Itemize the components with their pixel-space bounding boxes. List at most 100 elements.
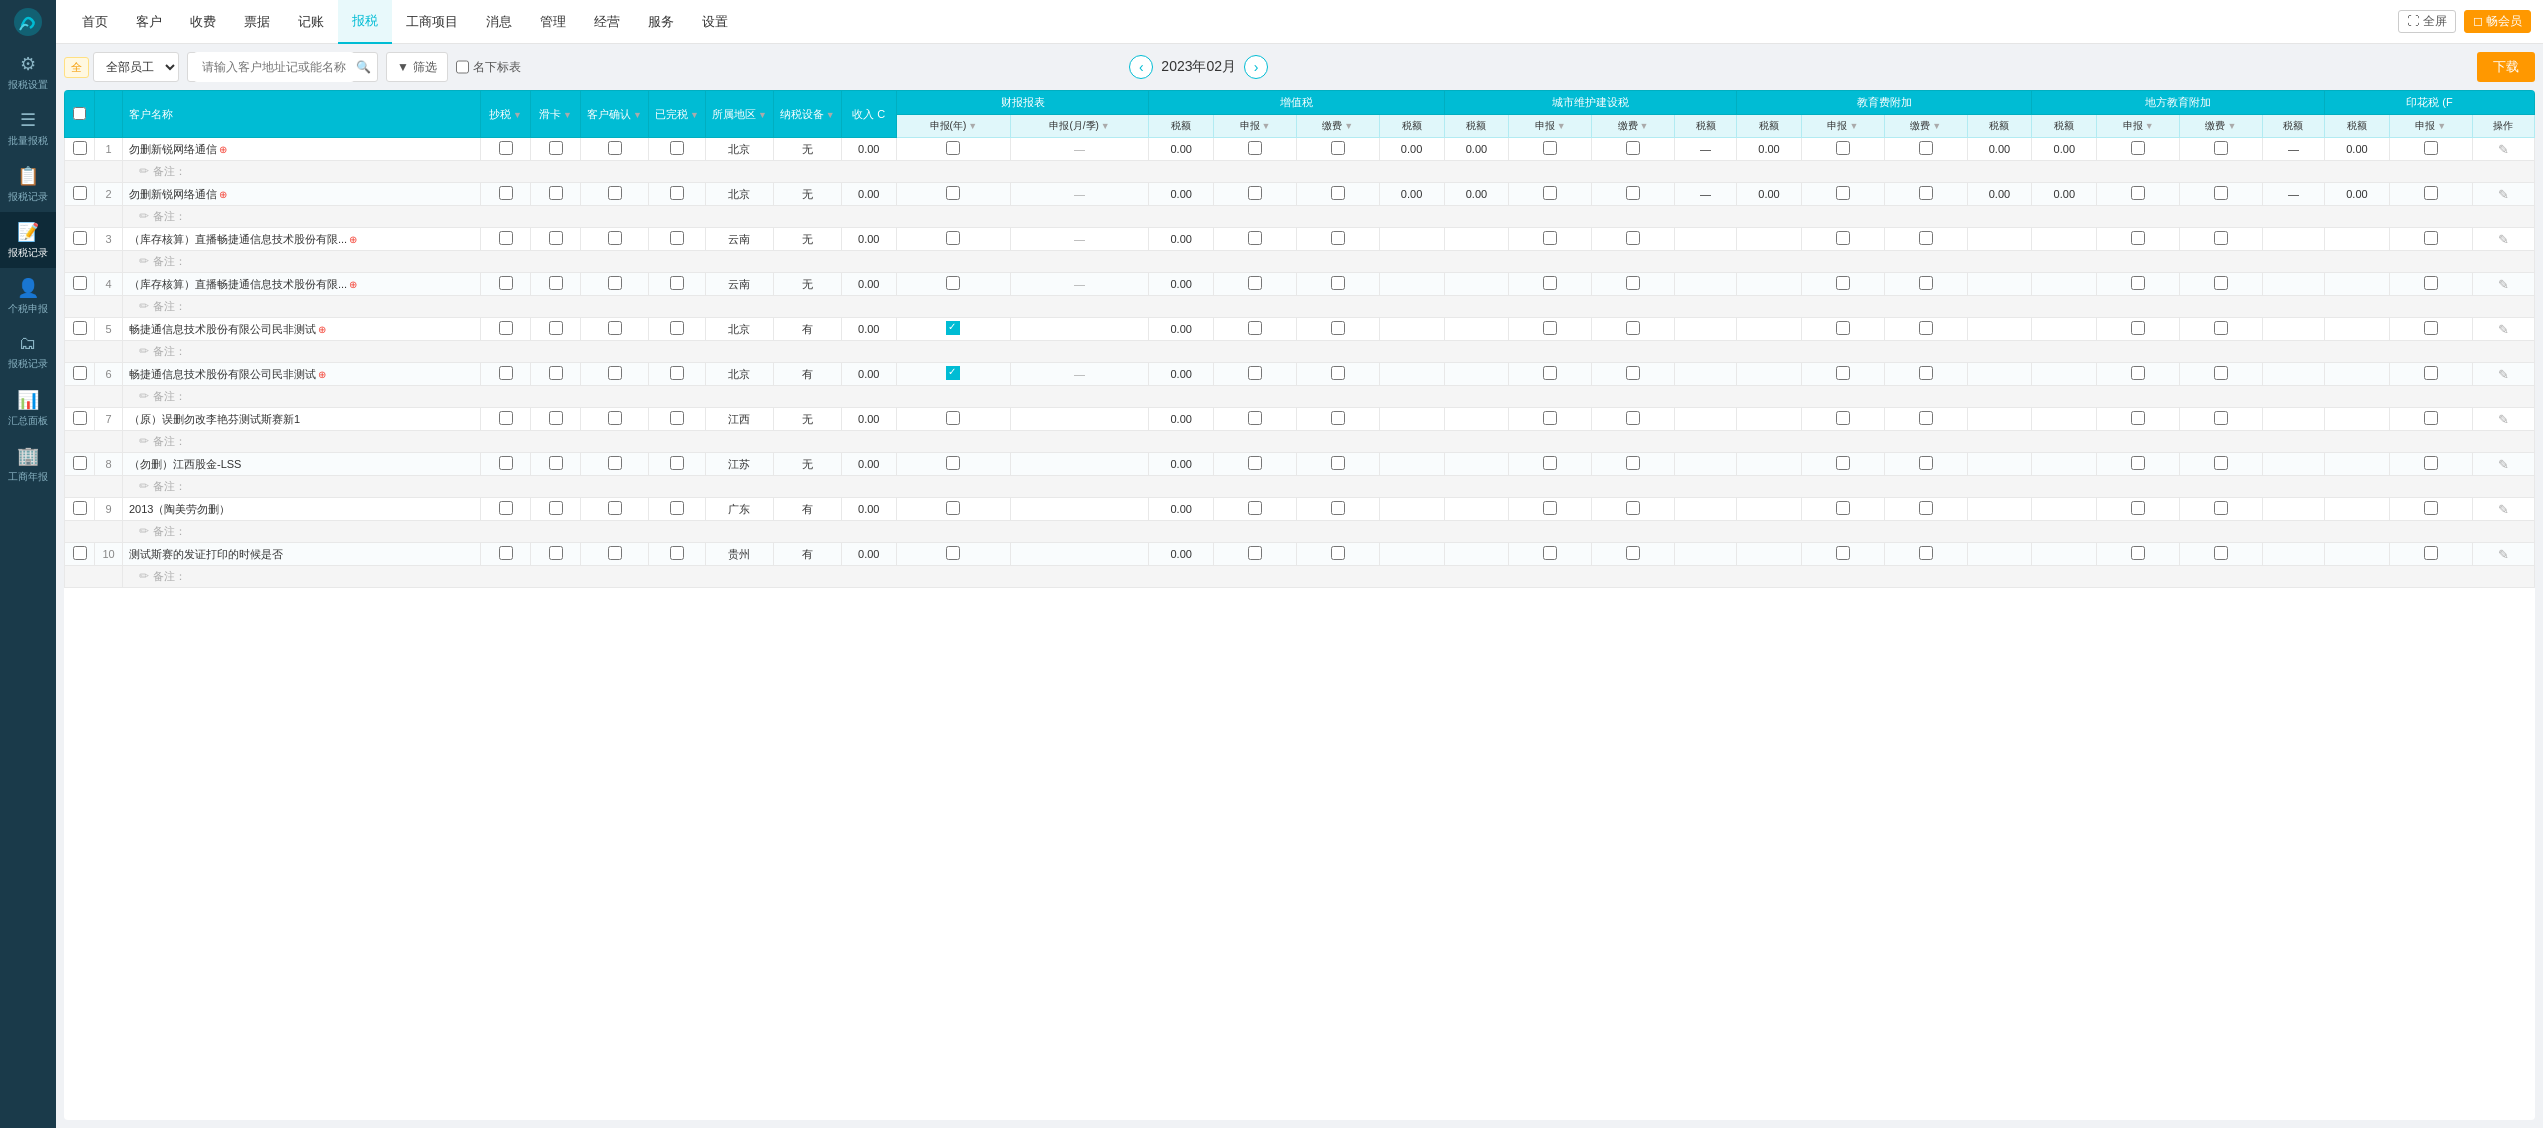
checkbox-unchecked[interactable] <box>1248 411 1262 425</box>
checkbox-unchecked[interactable] <box>670 501 684 515</box>
checkbox-unchecked[interactable] <box>549 411 563 425</box>
checkbox-unchecked[interactable] <box>608 186 622 200</box>
sidebar-item-baoshuishezhi[interactable]: ⚙ 报税设置 <box>0 44 56 100</box>
checkbox-unchecked[interactable] <box>499 546 513 560</box>
sub-caibao-year[interactable]: 申报(年)▼ <box>896 115 1010 138</box>
checkbox-unchecked[interactable] <box>1919 231 1933 245</box>
checkbox-unchecked[interactable] <box>499 276 513 290</box>
checkbox-unchecked[interactable] <box>670 321 684 335</box>
checkbox-unchecked[interactable] <box>549 501 563 515</box>
sub-difang-jf[interactable]: 缴费▼ <box>2180 115 2263 138</box>
checkbox-unchecked[interactable] <box>1543 276 1557 290</box>
checkbox-unchecked[interactable] <box>2214 501 2228 515</box>
row-checkbox[interactable] <box>73 501 87 515</box>
edit-icon[interactable]: ✎ <box>2498 187 2509 202</box>
checkbox-unchecked[interactable] <box>1626 501 1640 515</box>
checkbox-unchecked[interactable] <box>1331 366 1345 380</box>
fullscreen-button[interactable]: ⛶ 全屏 <box>2398 10 2455 33</box>
data-table-wrap[interactable]: 客户名称 抄税▼ 滑卡▼ 客户确认▼ 已完税▼ 所属地区▼ 纳税设备▼ 收入 C… <box>64 90 2535 1120</box>
checkbox-unchecked[interactable] <box>608 501 622 515</box>
nav-xiaox[interactable]: 消息 <box>472 0 526 44</box>
checkbox-unchecked[interactable] <box>946 231 960 245</box>
checkbox-unchecked[interactable] <box>2131 456 2145 470</box>
edit-icon[interactable]: ✎ <box>2498 367 2509 382</box>
checkbox-unchecked[interactable] <box>499 141 513 155</box>
row-checkbox[interactable] <box>73 231 87 245</box>
checkbox-unchecked[interactable] <box>549 321 563 335</box>
checkbox-unchecked[interactable] <box>1331 501 1345 515</box>
checkbox-unchecked[interactable] <box>1626 276 1640 290</box>
date-prev-button[interactable]: ‹ <box>1129 55 1153 79</box>
checkbox-unchecked[interactable] <box>1331 276 1345 290</box>
sidebar-item-piliangbaoshu[interactable]: ☰ 批量报税 <box>0 100 56 156</box>
checkbox-unchecked[interactable] <box>499 501 513 515</box>
checkbox-unchecked[interactable] <box>1331 231 1345 245</box>
row-checkbox[interactable] <box>73 276 87 290</box>
checkbox-unchecked[interactable] <box>1331 456 1345 470</box>
checkbox-unchecked[interactable] <box>2424 366 2438 380</box>
download-button[interactable]: 下载 <box>2477 52 2535 82</box>
checkbox-unchecked[interactable] <box>1248 321 1262 335</box>
checkbox-unchecked[interactable] <box>2131 231 2145 245</box>
checkbox-unchecked[interactable] <box>670 276 684 290</box>
checkbox-unchecked[interactable] <box>1543 546 1557 560</box>
checkbox-unchecked[interactable] <box>2131 321 2145 335</box>
checkbox-unchecked[interactable] <box>2214 411 2228 425</box>
checkbox-unchecked[interactable] <box>1836 231 1850 245</box>
checkbox-unchecked[interactable] <box>1919 321 1933 335</box>
sub-zengjia-jf[interactable]: 缴费▼ <box>1296 115 1379 138</box>
checkbox-unchecked[interactable] <box>1919 456 1933 470</box>
checkbox-unchecked[interactable] <box>2131 546 2145 560</box>
checkbox-unchecked[interactable] <box>608 321 622 335</box>
checkbox-unchecked[interactable] <box>2131 186 2145 200</box>
checkbox-unchecked[interactable] <box>608 546 622 560</box>
checkbox-unchecked[interactable] <box>1836 501 1850 515</box>
row-checkbox[interactable] <box>73 321 87 335</box>
sub-chengshi-jf[interactable]: 缴费▼ <box>1592 115 1675 138</box>
checkbox-unchecked[interactable] <box>549 186 563 200</box>
checkbox-unchecked[interactable] <box>499 411 513 425</box>
edit-icon[interactable]: ✎ <box>2498 322 2509 337</box>
select-all-checkbox[interactable] <box>73 107 86 120</box>
checkbox-unchecked[interactable] <box>670 366 684 380</box>
checkbox-unchecked[interactable] <box>608 231 622 245</box>
checkbox-unchecked[interactable] <box>2214 231 2228 245</box>
checkbox-unchecked[interactable] <box>499 321 513 335</box>
checkbox-unchecked[interactable] <box>549 231 563 245</box>
action-cell[interactable]: ✎ <box>2472 228 2534 251</box>
checkbox-unchecked[interactable] <box>1836 276 1850 290</box>
checkbox-unchecked[interactable] <box>670 456 684 470</box>
checkbox-unchecked[interactable] <box>1919 276 1933 290</box>
checkbox-unchecked[interactable] <box>1626 321 1640 335</box>
checkbox-unchecked[interactable] <box>946 276 960 290</box>
checkbox-unchecked[interactable] <box>2214 321 2228 335</box>
checkbox-unchecked[interactable] <box>1836 186 1850 200</box>
nav-piaoju[interactable]: 票据 <box>230 0 284 44</box>
checkbox-unchecked[interactable] <box>2424 276 2438 290</box>
nav-gongshang[interactable]: 工商项目 <box>392 0 472 44</box>
checkbox-unchecked[interactable] <box>2424 546 2438 560</box>
row-checkbox[interactable] <box>73 411 87 425</box>
checkbox-unchecked[interactable] <box>549 366 563 380</box>
named-checkbox[interactable] <box>456 52 469 82</box>
checkbox-unchecked[interactable] <box>670 546 684 560</box>
checkbox-unchecked[interactable] <box>1543 231 1557 245</box>
checkbox-unchecked[interactable] <box>1543 456 1557 470</box>
checkbox-unchecked[interactable] <box>1543 501 1557 515</box>
checkbox-unchecked[interactable] <box>2424 141 2438 155</box>
checkbox-unchecked[interactable] <box>2131 276 2145 290</box>
checkbox-unchecked[interactable] <box>670 411 684 425</box>
checkbox-unchecked[interactable] <box>1626 546 1640 560</box>
checkbox-unchecked[interactable] <box>549 456 563 470</box>
checkbox-unchecked[interactable] <box>2424 231 2438 245</box>
header-nashebei[interactable]: 纳税设备▼ <box>773 91 841 138</box>
checkbox-unchecked[interactable] <box>1331 141 1345 155</box>
edit-icon[interactable]: ✎ <box>2498 277 2509 292</box>
checkbox-unchecked[interactable] <box>499 231 513 245</box>
row-checkbox[interactable] <box>73 546 87 560</box>
checkbox-unchecked[interactable] <box>1919 366 1933 380</box>
search-input[interactable] <box>194 52 354 82</box>
checkbox-unchecked[interactable] <box>2131 366 2145 380</box>
checkbox-unchecked[interactable] <box>1919 501 1933 515</box>
checkbox-unchecked[interactable] <box>499 456 513 470</box>
